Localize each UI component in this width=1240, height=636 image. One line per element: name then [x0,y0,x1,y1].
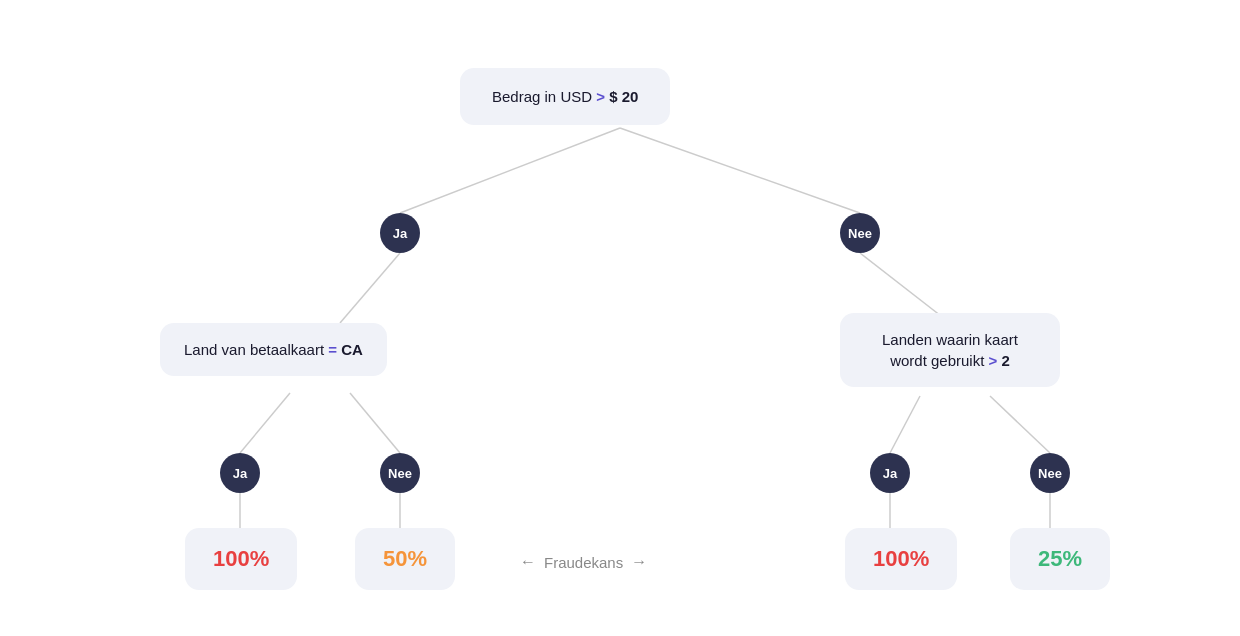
left-node-prefix: Land van betaalkaart [184,341,328,358]
left-branch-badge-yes: Ja [380,213,420,253]
result-right-no: 25% [1010,528,1110,590]
left-leaf-badge-yes: Ja [220,453,260,493]
root-value: $ 20 [609,88,638,105]
right-leaf-badge-no: Nee [1030,453,1070,493]
root-operator: > [596,88,605,105]
right-node-value: 2 [1001,352,1009,369]
result-right-yes: 100% [845,528,957,590]
svg-line-4 [240,393,290,453]
left-node-operator: = [328,341,337,358]
decision-tree: Bedrag in USD > $ 20 Ja Nee Land van bet… [70,38,1170,598]
root-node: Bedrag in USD > $ 20 [460,68,670,125]
svg-line-6 [890,396,920,453]
left-leaf-badge-no: Nee [380,453,420,493]
svg-line-2 [340,253,400,323]
svg-line-7 [990,396,1050,453]
result-left-no: 50% [355,528,455,590]
right-leaf-badge-yes: Ja [870,453,910,493]
svg-line-0 [400,128,620,213]
right-node-operator: > [989,352,998,369]
right-branch-badge-no-root: Nee [840,213,880,253]
svg-line-1 [620,128,860,213]
right-node: Landen waarin kaart wordt gebruikt > 2 [840,313,1060,387]
right-node-prefix: Landen waarin kaart wordt gebruikt [882,331,1018,369]
left-node: Land van betaalkaart = CA [160,323,387,376]
svg-line-5 [350,393,400,453]
fraud-label: Fraudekans [520,553,647,571]
left-node-value: CA [341,341,363,358]
result-left-yes: 100% [185,528,297,590]
root-label-prefix: Bedrag in USD [492,88,596,105]
